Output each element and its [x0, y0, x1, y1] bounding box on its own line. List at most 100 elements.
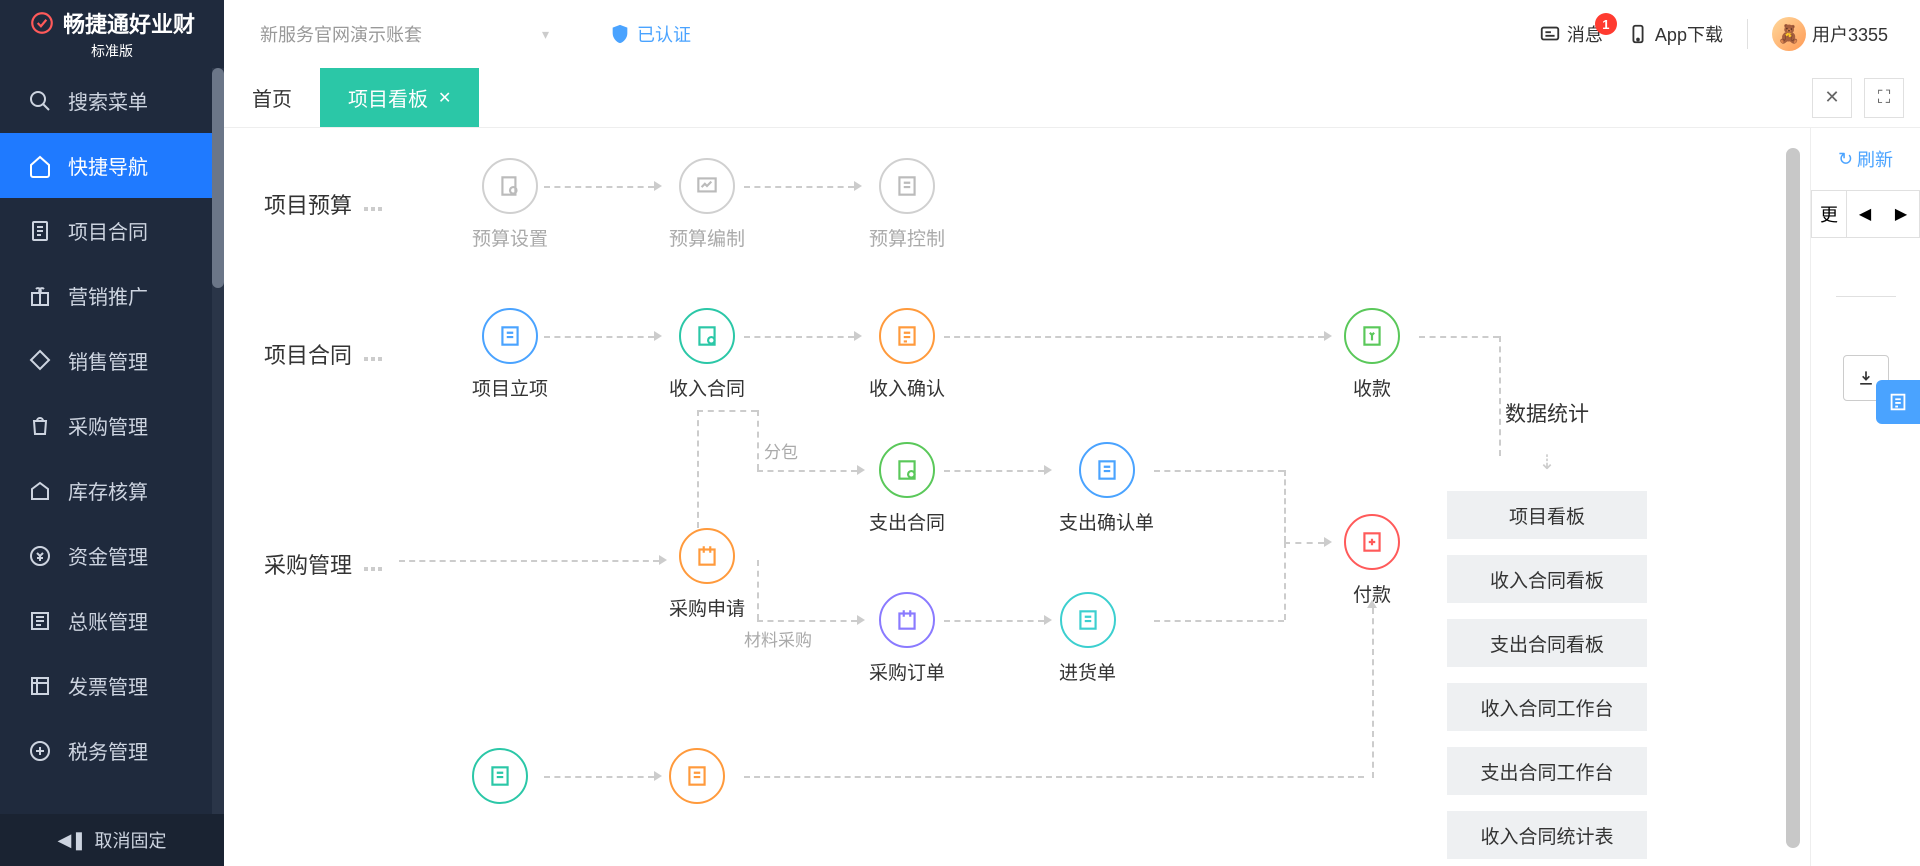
node-receipt[interactable]: 收款: [1344, 308, 1400, 401]
tab-close-icon[interactable]: ✕: [438, 88, 451, 108]
expense-confirm-icon: [1094, 457, 1120, 483]
logo-area: 畅捷通好业财 标准版: [0, 0, 224, 68]
account-selector[interactable]: 新服务官网演示账套 ▾: [260, 21, 549, 47]
unpin-button[interactable]: ◀❚ 取消固定: [0, 814, 224, 866]
node-budget-setup[interactable]: 预算设置: [472, 158, 548, 251]
sublabel-subcontract: 分包: [764, 438, 798, 463]
unpin-label: 取消固定: [94, 827, 166, 853]
invoice-icon: [28, 674, 52, 698]
node-payment[interactable]: 付款: [1344, 514, 1400, 607]
refresh-button[interactable]: ↻ 刷新: [1838, 146, 1893, 172]
sidebar-scrollbar-thumb[interactable]: [212, 68, 224, 288]
stat-button-3[interactable]: 收入合同工作台: [1447, 683, 1647, 731]
floating-action-button[interactable]: [1876, 380, 1920, 424]
payment-icon: [1359, 529, 1385, 555]
sidebar-item-funds[interactable]: 资金管理: [0, 523, 224, 588]
download-icon: [1856, 368, 1876, 388]
stat-button-5[interactable]: 收入合同统计表: [1447, 811, 1647, 859]
sidebar-item-invoice[interactable]: 发票管理: [0, 653, 224, 718]
app-download-button[interactable]: App下载: [1627, 21, 1723, 47]
node-label: 预算设置: [472, 224, 548, 251]
side-next-button[interactable]: ▶: [1883, 193, 1919, 235]
main-scrollbar-track[interactable]: [1786, 148, 1800, 866]
node-project-init[interactable]: 项目立项: [472, 308, 548, 401]
node-purchase-order[interactable]: 采购订单: [869, 592, 945, 685]
contract-icon: [694, 323, 720, 349]
tab-label: 项目看板: [348, 83, 428, 112]
section-title-purchase: 采购管理: [264, 553, 352, 578]
message-icon: [1539, 23, 1561, 45]
sidebar-item-label: 快捷导航: [68, 151, 148, 180]
house-icon: [28, 479, 52, 503]
node-bottom-2[interactable]: [669, 748, 725, 804]
tax-icon: [28, 739, 52, 763]
expense-contract-icon: [894, 457, 920, 483]
node-expense-contract[interactable]: 支出合同: [869, 442, 945, 535]
node-goods-receipt[interactable]: 进货单: [1059, 592, 1116, 685]
app-download-label: App下载: [1655, 21, 1723, 47]
header-divider: [1747, 19, 1748, 49]
tab-project-board[interactable]: 项目看板 ✕: [320, 68, 479, 127]
sidebar: 搜索菜单 快捷导航 项目合同 营销推广 销售管理 采购管理 库存核算 资金管理: [0, 68, 224, 866]
node-label: 项目立项: [472, 374, 548, 401]
top-header: 畅捷通好业财 标准版 新服务官网演示账套 ▾ 已认证 消息 1 App下载 🧸 …: [0, 0, 1920, 68]
node-budget-compile[interactable]: 预算编制: [669, 158, 745, 251]
sidebar-item-label: 搜索菜单: [68, 86, 148, 115]
section-contract: 项目合同: [264, 338, 382, 370]
side-more-text[interactable]: 更: [1812, 191, 1847, 237]
stat-button-4[interactable]: 支出合同工作台: [1447, 747, 1647, 795]
node-bottom-1[interactable]: [472, 748, 528, 804]
collapse-icon: ◀❚: [58, 830, 87, 851]
shield-icon: [609, 23, 631, 45]
main-content: 项目预算 预算设置 预算编制 预算控制 项目合同 项目立项 收入合同 收入确认 …: [224, 128, 1800, 866]
tag-icon: [28, 349, 52, 373]
sidebar-item-sales[interactable]: 销售管理: [0, 328, 224, 393]
tab-home[interactable]: 首页: [224, 68, 320, 127]
user-menu[interactable]: 🧸 用户3355: [1772, 17, 1888, 51]
main-scrollbar-thumb[interactable]: [1786, 148, 1800, 848]
gift-icon: [28, 284, 52, 308]
node-label: 支出合同: [869, 508, 945, 535]
note-icon: [1887, 391, 1909, 413]
node-purchase-request[interactable]: 采购申请: [669, 528, 745, 621]
section-purchase: 采购管理: [264, 548, 382, 580]
sidebar-item-tax[interactable]: 税务管理: [0, 718, 224, 783]
request-icon: [694, 543, 720, 569]
node-income-contract[interactable]: 收入合同: [669, 308, 745, 401]
sidebar-item-quicknav[interactable]: 快捷导航: [0, 133, 224, 198]
close-all-tabs-button[interactable]: ✕: [1812, 78, 1852, 118]
messages-button[interactable]: 消息 1: [1539, 21, 1603, 47]
node-budget-control[interactable]: 预算控制: [869, 158, 945, 251]
certified-badge[interactable]: 已认证: [609, 21, 691, 47]
tab-label: 首页: [252, 83, 292, 112]
stats-arrow-icon: ⇣: [1539, 450, 1556, 475]
sidebar-item-label: 采购管理: [68, 411, 148, 440]
chart-icon: [694, 173, 720, 199]
goods-icon: [1075, 607, 1101, 633]
sidebar-item-marketing[interactable]: 营销推广: [0, 263, 224, 328]
node-label: 采购申请: [669, 594, 745, 621]
node-income-confirm[interactable]: 收入确认: [869, 308, 945, 401]
messages-count-badge: 1: [1595, 13, 1617, 35]
stat-button-1[interactable]: 收入合同看板: [1447, 555, 1647, 603]
sidebar-item-inventory[interactable]: 库存核算: [0, 458, 224, 523]
side-divider: [1836, 296, 1896, 297]
sidebar-item-purchase[interactable]: 采购管理: [0, 393, 224, 458]
doc-icon: [28, 219, 52, 243]
home-icon: [28, 154, 52, 178]
receipt-icon: [1359, 323, 1385, 349]
refresh-icon: ↻: [1838, 149, 1853, 170]
fullscreen-button[interactable]: ⛶: [1864, 78, 1904, 118]
doc-gear-icon: [497, 173, 523, 199]
side-prev-button[interactable]: ◀: [1847, 193, 1883, 235]
stat-button-label: 项目看板: [1509, 502, 1585, 529]
stat-button-2[interactable]: 支出合同看板: [1447, 619, 1647, 667]
sidebar-scrollbar-track[interactable]: [212, 68, 224, 814]
sidebar-item-project-contract[interactable]: 项目合同: [0, 198, 224, 263]
chevron-down-icon: ▾: [542, 26, 549, 43]
sidebar-item-ledger[interactable]: 总账管理: [0, 588, 224, 653]
node-expense-confirm[interactable]: 支出确认单: [1059, 442, 1154, 535]
sidebar-item-search[interactable]: 搜索菜单: [0, 68, 224, 133]
stat-button-label: 收入合同工作台: [1480, 694, 1613, 721]
stat-button-0[interactable]: 项目看板: [1447, 491, 1647, 539]
